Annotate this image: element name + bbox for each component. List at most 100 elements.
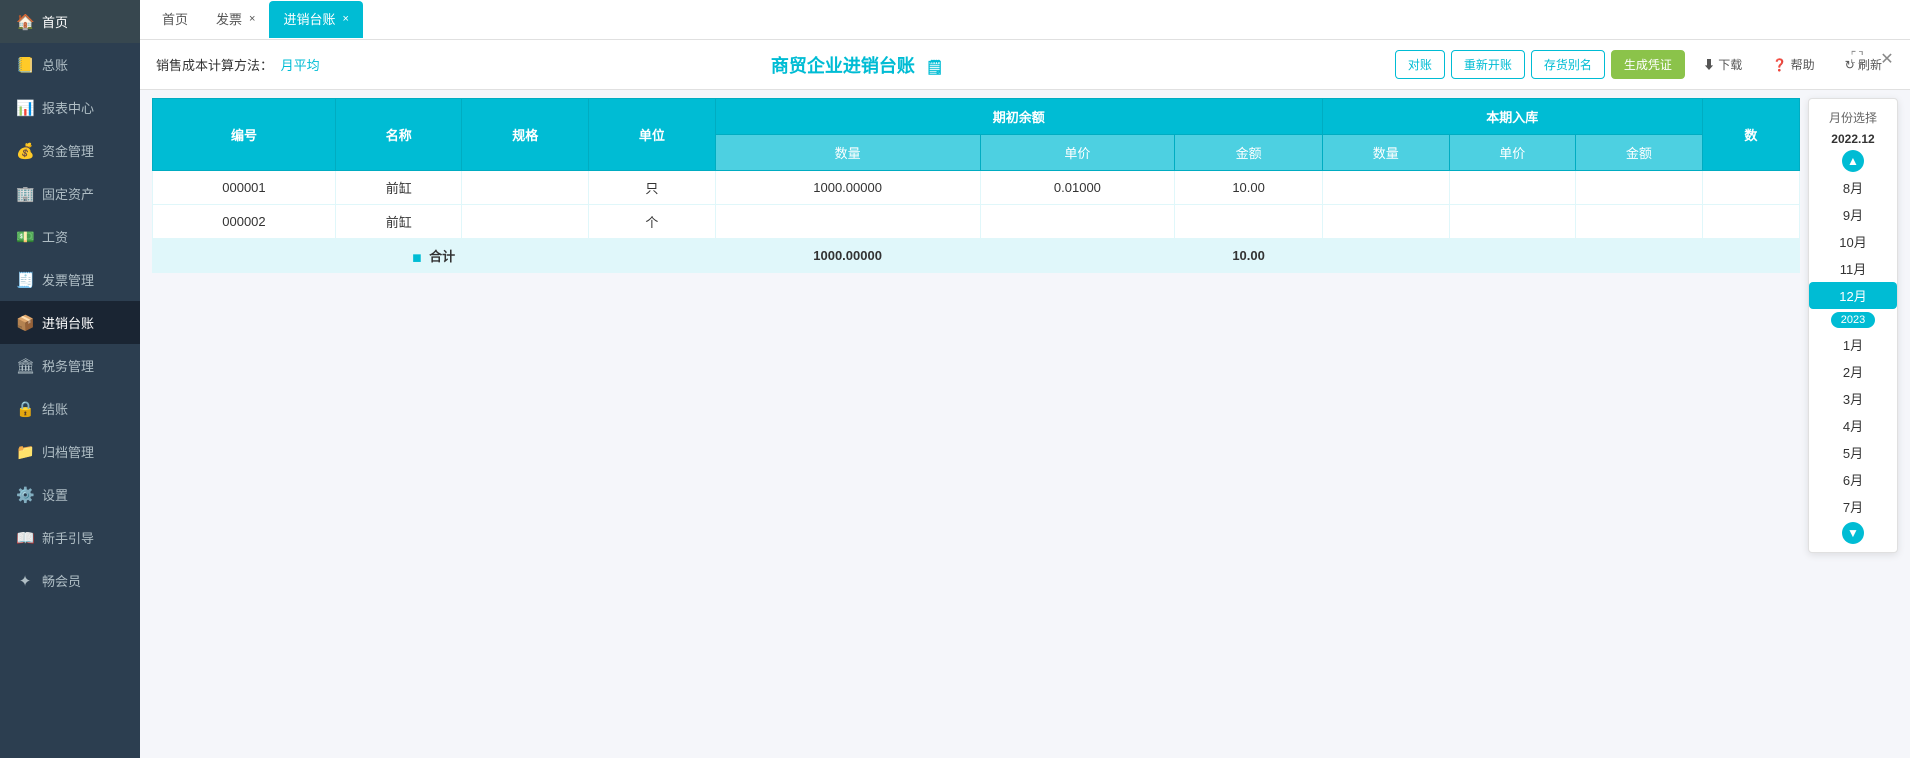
cell-opening-amount: 10.00 [1175, 171, 1323, 205]
month-picker-down[interactable]: ▼ [1842, 522, 1864, 544]
sidebar-item-tax[interactable]: 🏛 税务管理 [0, 344, 140, 387]
cell-in-qty [1322, 205, 1449, 239]
sidebar-item-ledger[interactable]: 📒 总账 [0, 43, 140, 86]
sidebar-item-funds[interactable]: 💰 资金管理 [0, 129, 140, 172]
sidebar-item-label: 首页 [42, 12, 68, 31]
sidebar-item-assets[interactable]: 🏢 固定资产 [0, 172, 140, 215]
total-in-price [1449, 239, 1576, 273]
title-info-icon[interactable]: 🗒 [926, 59, 944, 75]
total-row: ◼ 合计 1000.00000 10.00 [153, 239, 1800, 273]
month-item-5[interactable]: 5月 [1809, 439, 1897, 466]
col-header-extra: 数 [1702, 99, 1799, 171]
sidebar-item-label: 新手引导 [42, 528, 94, 547]
duizhang-button[interactable]: 对账 [1395, 50, 1445, 79]
sidebar-item-salary[interactable]: 💵 工资 [0, 215, 140, 258]
cell-name: 前缸 [335, 171, 462, 205]
tab-inventory-close[interactable]: × [342, 13, 348, 25]
sidebar-item-label: 设置 [42, 485, 68, 504]
tab-inventory[interactable]: 进销台账 × [269, 1, 362, 38]
sidebar-item-home[interactable]: 🏠 首页 [0, 0, 140, 43]
total-in-qty [1322, 239, 1449, 273]
total-icon: ◼ [412, 252, 421, 264]
generate-button[interactable]: 生成凭证 [1611, 50, 1685, 79]
cell-in-price [1449, 171, 1576, 205]
month-item-12[interactable]: 12月 [1809, 282, 1897, 309]
tab-bar: 首页 发票 × 进销台账 × [140, 0, 1910, 40]
home-icon: 🏠 [16, 13, 34, 31]
sidebar-item-reports[interactable]: 📊 报表中心 [0, 86, 140, 129]
reports-icon: 📊 [16, 99, 34, 117]
month-item-3[interactable]: 3月 [1809, 385, 1897, 412]
sidebar-item-settings[interactable]: ⚙️ 设置 [0, 473, 140, 516]
month-item-11[interactable]: 11月 [1809, 255, 1897, 282]
sidebar-item-invoice[interactable]: 🧾 发票管理 [0, 258, 140, 301]
tax-icon: 🏛 [16, 357, 34, 375]
month-item-1[interactable]: 1月 [1809, 331, 1897, 358]
reopen-button[interactable]: 重新开账 [1451, 50, 1525, 79]
col-sub-opening-price: 单价 [980, 135, 1175, 171]
inventory-icon: 📦 [16, 314, 34, 332]
help-icon: ❓ [1772, 58, 1790, 72]
close-button[interactable]: ✕ [1876, 48, 1898, 70]
top-bar: 销售成本计算方法： 月平均 商贸企业进销台账 🗒 对账 重新开账 存货别名 生成… [140, 40, 1910, 90]
sidebar-item-label: 发票管理 [42, 270, 94, 289]
toolbar-buttons: 对账 重新开账 存货别名 生成凭证 ⬇ 下载 ❓ 帮助 ↻ 刷新 [1395, 50, 1894, 79]
main-area: 首页 发票 × 进销台账 × 销售成本计算方法： 月平均 商贸企业进销台账 🗒 … [140, 0, 1910, 758]
month-item-2[interactable]: 2月 [1809, 358, 1897, 385]
content-area: 销售成本计算方法： 月平均 商贸企业进销台账 🗒 对账 重新开账 存货别名 生成… [140, 40, 1910, 758]
save-alias-button[interactable]: 存货别名 [1531, 50, 1605, 79]
sidebar-item-label: 固定资产 [42, 184, 94, 203]
download-button[interactable]: ⬇ 下载 [1691, 51, 1754, 78]
sidebar-item-archive[interactable]: 📁 归档管理 [0, 430, 140, 473]
cell-spec [462, 205, 589, 239]
month-item-4[interactable]: 4月 [1809, 412, 1897, 439]
table-row: 000001 前缸 只 1000.00000 0.01000 10.00 [153, 171, 1800, 205]
sidebar-item-label: 畅会员 [42, 571, 81, 590]
cell-in-qty [1322, 171, 1449, 205]
month-item-9[interactable]: 9月 [1809, 201, 1897, 228]
cell-name: 前缸 [335, 205, 462, 239]
year-badge-2023: 2023 [1831, 312, 1875, 328]
help-button[interactable]: ❓ 帮助 [1760, 51, 1826, 78]
month-picker-up[interactable]: ▲ [1842, 150, 1864, 172]
sidebar-item-vip[interactable]: ✦ 畅会员 [0, 559, 140, 602]
cell-in-amount [1576, 171, 1703, 205]
sidebar-item-label: 归档管理 [42, 442, 94, 461]
total-label: ◼ 合计 [153, 239, 716, 273]
sidebar-item-label: 税务管理 [42, 356, 94, 375]
col-header-opening: 期初余额 [715, 99, 1322, 135]
salary-icon: 💵 [16, 228, 34, 246]
sidebar-item-inventory[interactable]: 📦 进销台账 [0, 301, 140, 344]
guide-icon: 📖 [16, 529, 34, 547]
window-controls: ⛶ ✕ [1846, 48, 1898, 70]
cell-opening-qty: 1000.00000 [715, 171, 980, 205]
col-header-unit: 单位 [589, 99, 716, 171]
month-item-6[interactable]: 6月 [1809, 466, 1897, 493]
cell-in-price [1449, 205, 1576, 239]
cell-opening-amount [1175, 205, 1323, 239]
col-sub-in-amount: 金额 [1576, 135, 1703, 171]
sidebar-item-closing[interactable]: 🔒 结账 [0, 387, 140, 430]
tab-invoice[interactable]: 发票 × [202, 1, 269, 38]
tab-home-label: 首页 [162, 9, 188, 28]
cell-unit: 只 [589, 171, 716, 205]
sidebar-item-guide[interactable]: 📖 新手引导 [0, 516, 140, 559]
tab-home[interactable]: 首页 [148, 1, 202, 38]
total-extra [1702, 239, 1799, 273]
month-item-8[interactable]: 8月 [1809, 174, 1897, 201]
sidebar-item-label: 资金管理 [42, 141, 94, 160]
settings-icon: ⚙️ [16, 486, 34, 504]
col-header-inbound: 本期入库 [1322, 99, 1702, 135]
month-item-7[interactable]: 7月 [1809, 493, 1897, 520]
inventory-table: 编号 名称 规格 单位 期初余额 本期入库 数 数量 单价 金额 数 [152, 98, 1800, 273]
cell-id: 000002 [153, 205, 336, 239]
vip-icon: ✦ [16, 572, 34, 590]
cost-method-value: 月平均 [281, 58, 320, 73]
month-item-10[interactable]: 10月 [1809, 228, 1897, 255]
cell-extra [1702, 171, 1799, 205]
cell-opening-price [980, 205, 1175, 239]
maximize-button[interactable]: ⛶ [1846, 48, 1868, 70]
tab-invoice-close[interactable]: × [249, 13, 255, 25]
cost-method-label: 销售成本计算方法： 月平均 [156, 55, 320, 74]
col-header-spec: 规格 [462, 99, 589, 171]
